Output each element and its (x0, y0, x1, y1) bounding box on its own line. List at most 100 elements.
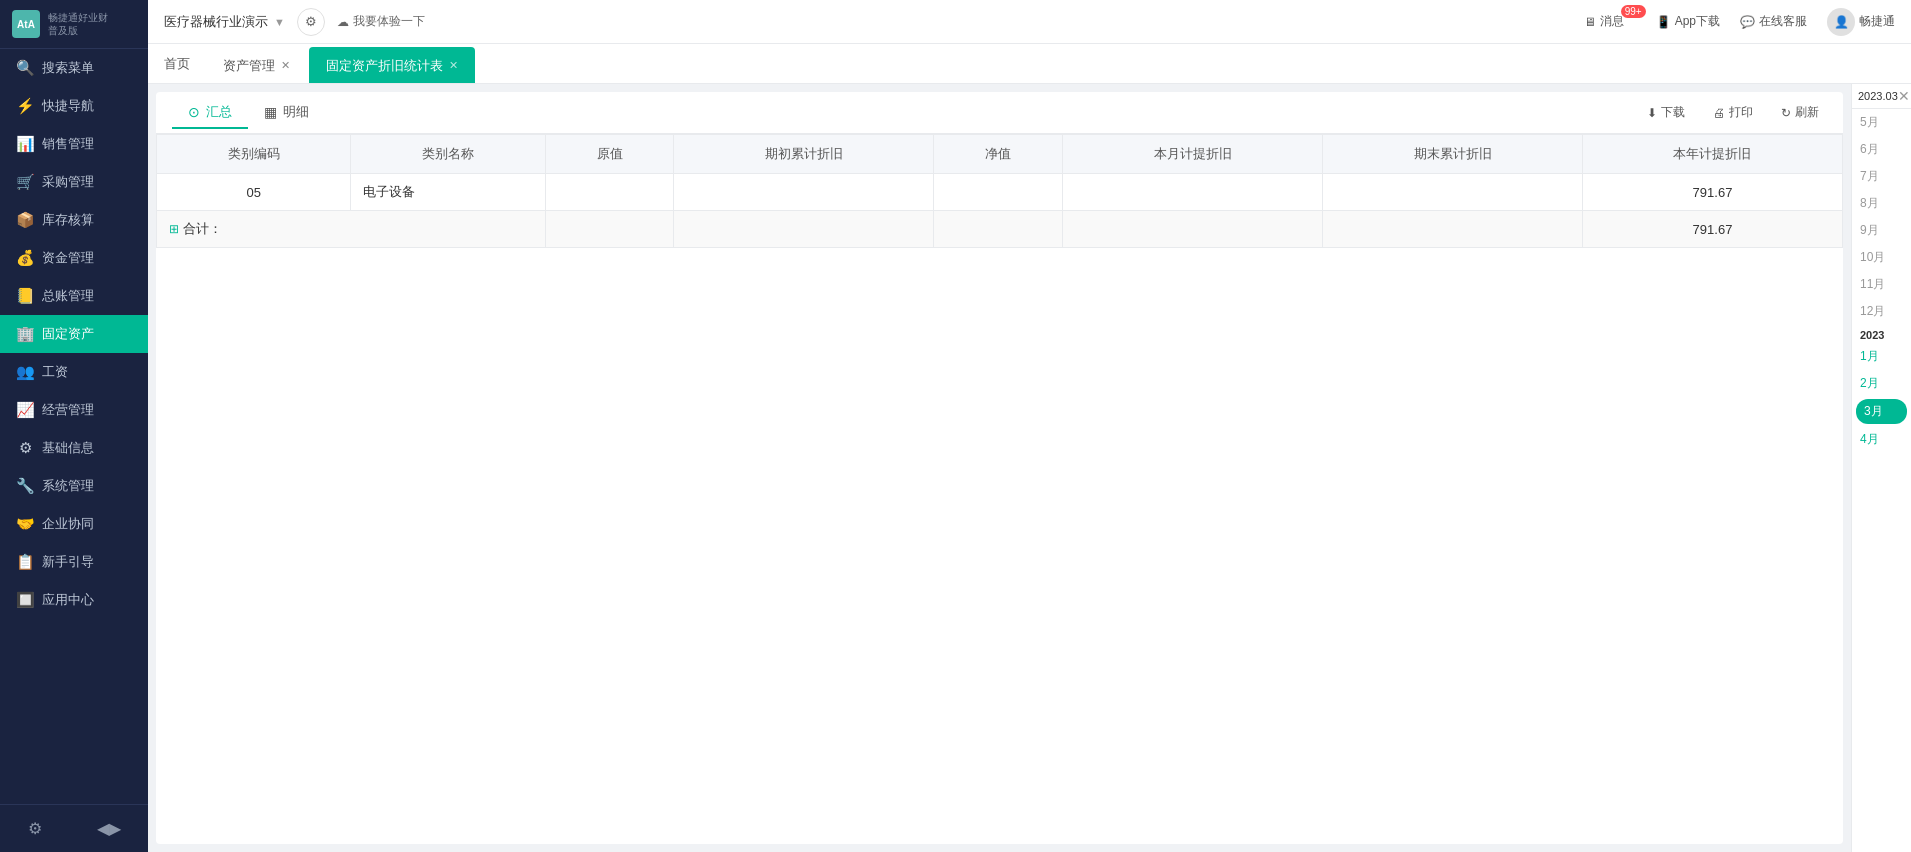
col-header-end-dep: 期末累计折旧 (1323, 135, 1583, 174)
print-icon: 🖨 (1713, 106, 1725, 120)
biz-icon: 📈 (16, 401, 34, 419)
sidebar-item-label: 基础信息 (42, 439, 94, 457)
purchase-icon: 🛒 (16, 173, 34, 191)
online-service-btn[interactable]: 💬 在线客服 (1740, 13, 1807, 30)
sidebar-item-search[interactable]: 🔍搜索菜单 (0, 49, 148, 87)
company-selector[interactable]: 医疗器械行业演示 ▼ (164, 13, 285, 31)
sub-tab-明细[interactable]: ▦明细 (248, 97, 325, 129)
header-settings-icon[interactable]: ⚙ (297, 8, 325, 36)
tab-首页[interactable]: 首页 (148, 47, 206, 83)
date-month-2022-10[interactable]: 10月 (1852, 244, 1911, 271)
collapse-sidebar-btn[interactable]: ◀▶ (91, 813, 127, 844)
notification-btn[interactable]: 🖥 消息 99+ (1572, 13, 1636, 30)
app-download-btn[interactable]: 📱 App下载 (1656, 13, 1720, 30)
date-month-2022-07[interactable]: 7月 (1852, 163, 1911, 190)
toolbar: ⬇ 下载 🖨 打印 ↻ 刷新 (1639, 92, 1827, 133)
notification-label: 消息 (1600, 13, 1624, 30)
sidebar-item-label: 总账管理 (42, 287, 94, 305)
cell-yearly-dep: 791.67 (1582, 174, 1842, 211)
app-download-icon: 📱 (1656, 15, 1671, 29)
date-month-2023-02[interactable]: 2月 (1852, 370, 1911, 397)
total-icon: ⊞ (169, 222, 179, 236)
sidebar-item-corp[interactable]: 🤝企业协同 (0, 505, 148, 543)
col-header-original: 原值 (545, 135, 674, 174)
table-total-row: ⊞ 合计： 791.67 (157, 211, 1843, 248)
date-month-2023-01[interactable]: 1月 (1852, 343, 1911, 370)
try-label: 我要体验一下 (353, 13, 425, 30)
logo-main-text: 畅捷通好业财 (48, 11, 108, 24)
user-name: 畅捷通 (1859, 13, 1895, 30)
date-month-2022-11[interactable]: 11月 (1852, 271, 1911, 298)
corp-icon: 🤝 (16, 515, 34, 533)
try-experience-btn[interactable]: ☁ 我要体验一下 (337, 13, 425, 30)
total-monthly-dep (1063, 211, 1323, 248)
settings-bottom-btn[interactable]: ⚙ (22, 813, 48, 844)
date-panel-scroll[interactable]: 5月6月7月8月9月10月11月12月20231月2月3月4月 (1852, 109, 1911, 852)
asset-icon: 🏢 (16, 325, 34, 343)
total-yearly-dep: 791.67 (1582, 211, 1842, 248)
total-initial-dep (674, 211, 934, 248)
date-month-2022-12[interactable]: 12月 (1852, 298, 1911, 325)
header-right: 🖥 消息 99+ 📱 App下载 💬 在线客服 👤 畅捷通 (1572, 8, 1895, 36)
sidebar-item-stock[interactable]: 📦库存核算 (0, 201, 148, 239)
date-panel-year-label: 2023.03 (1858, 90, 1898, 102)
content-area: ⊙汇总▦明细 ⬇ 下载 🖨 打印 ↻ 刷新 (148, 84, 1911, 852)
sidebar-item-ledger[interactable]: 📒总账管理 (0, 277, 148, 315)
date-panel: 2023.03 ✕ ⛶ 5月6月7月8月9月10月11月12月20231月2月3… (1851, 84, 1911, 852)
sidebar: AtA 畅捷通好业财 普及版 🔍搜索菜单⚡快捷导航📊销售管理🛒采购管理📦库存核算… (0, 0, 148, 852)
tab-资产管理[interactable]: 资产管理 ✕ (206, 47, 307, 83)
table-header-row: 类别编码 类别名称 原值 期初累计折旧 净值 本月计提折旧 期末累计折旧 本年计… (157, 135, 1843, 174)
logo-icon: AtA (12, 10, 40, 38)
sidebar-item-asset[interactable]: 🏢 固定资产 (0, 315, 148, 353)
online-service-label: 在线客服 (1759, 13, 1807, 30)
notification-badge: 99+ (1621, 5, 1646, 18)
sidebar-item-biz[interactable]: 📈 经营管理 (0, 391, 148, 429)
download-btn[interactable]: ⬇ 下载 (1639, 100, 1693, 125)
sidebar-item-sys[interactable]: 🔧系统管理 (0, 467, 148, 505)
date-month-2022-05[interactable]: 5月 (1852, 109, 1911, 136)
sidebar-item-purchase[interactable]: 🛒采购管理 (0, 163, 148, 201)
tab-close-btn[interactable]: ✕ (449, 59, 458, 72)
sidebar-item-label: 经营管理 (42, 401, 94, 419)
sidebar-item-label: 搜索菜单 (42, 59, 94, 77)
sidebar-item-nav[interactable]: ⚡快捷导航 (0, 87, 148, 125)
sidebar-item-label: 销售管理 (42, 135, 94, 153)
date-month-2022-09[interactable]: 9月 (1852, 217, 1911, 244)
date-month-2022-08[interactable]: 8月 (1852, 190, 1911, 217)
total-label-cell: ⊞ 合计： (157, 211, 546, 248)
sidebar-item-basic[interactable]: ⚙基础信息 (0, 429, 148, 467)
user-profile[interactable]: 👤 畅捷通 (1827, 8, 1895, 36)
date-month-2023-04[interactable]: 4月 (1852, 426, 1911, 453)
header: 医疗器械行业演示 ▼ ⚙ ☁ 我要体验一下 🖥 消息 99+ 📱 App下载 💬… (148, 0, 1911, 44)
user-avatar: 👤 (1827, 8, 1855, 36)
tab-label: 首页 (164, 55, 190, 73)
date-panel-close-btn[interactable]: ✕ (1898, 88, 1910, 104)
date-panel-header: 2023.03 ✕ ⛶ (1852, 84, 1911, 109)
date-month-2022-06[interactable]: 6月 (1852, 136, 1911, 163)
sidebar-item-finance[interactable]: 💰资金管理 (0, 239, 148, 277)
tab-label: 资产管理 (223, 57, 275, 75)
refresh-label: 刷新 (1795, 104, 1819, 121)
sidebar-item-label: 新手引导 (42, 553, 94, 571)
app-download-label: App下载 (1675, 13, 1720, 30)
sale-icon: 📊 (16, 135, 34, 153)
sidebar-item-app[interactable]: 🔲应用中心 (0, 581, 148, 619)
sidebar-item-sale[interactable]: 📊 销售管理 (0, 125, 148, 163)
sidebar-item-payroll[interactable]: 👥工资 (0, 353, 148, 391)
sidebar-item-label: 固定资产 (42, 325, 94, 343)
sidebar-bottom: ⚙ ◀▶ (0, 804, 148, 852)
sub-tab-汇总[interactable]: ⊙汇总 (172, 97, 248, 129)
date-month-2023-03[interactable]: 3月 (1856, 399, 1907, 424)
tab-close-btn[interactable]: ✕ (281, 59, 290, 72)
total-original (545, 211, 674, 248)
refresh-btn[interactable]: ↻ 刷新 (1773, 100, 1827, 125)
tab-bar: 首页资产管理✕固定资产折旧统计表✕ (148, 44, 1911, 84)
tab-固定资产折旧统计表[interactable]: 固定资产折旧统计表✕ (309, 47, 475, 83)
cell-original (545, 174, 674, 211)
cell-code: 05 (157, 174, 351, 211)
app-icon: 🔲 (16, 591, 34, 609)
sidebar-item-label: 库存核算 (42, 211, 94, 229)
sidebar-item-guide[interactable]: 📋新手引导 (0, 543, 148, 581)
print-btn[interactable]: 🖨 打印 (1705, 100, 1761, 125)
depreciation-table: 类别编码 类别名称 原值 期初累计折旧 净值 本月计提折旧 期末累计折旧 本年计… (156, 134, 1843, 248)
